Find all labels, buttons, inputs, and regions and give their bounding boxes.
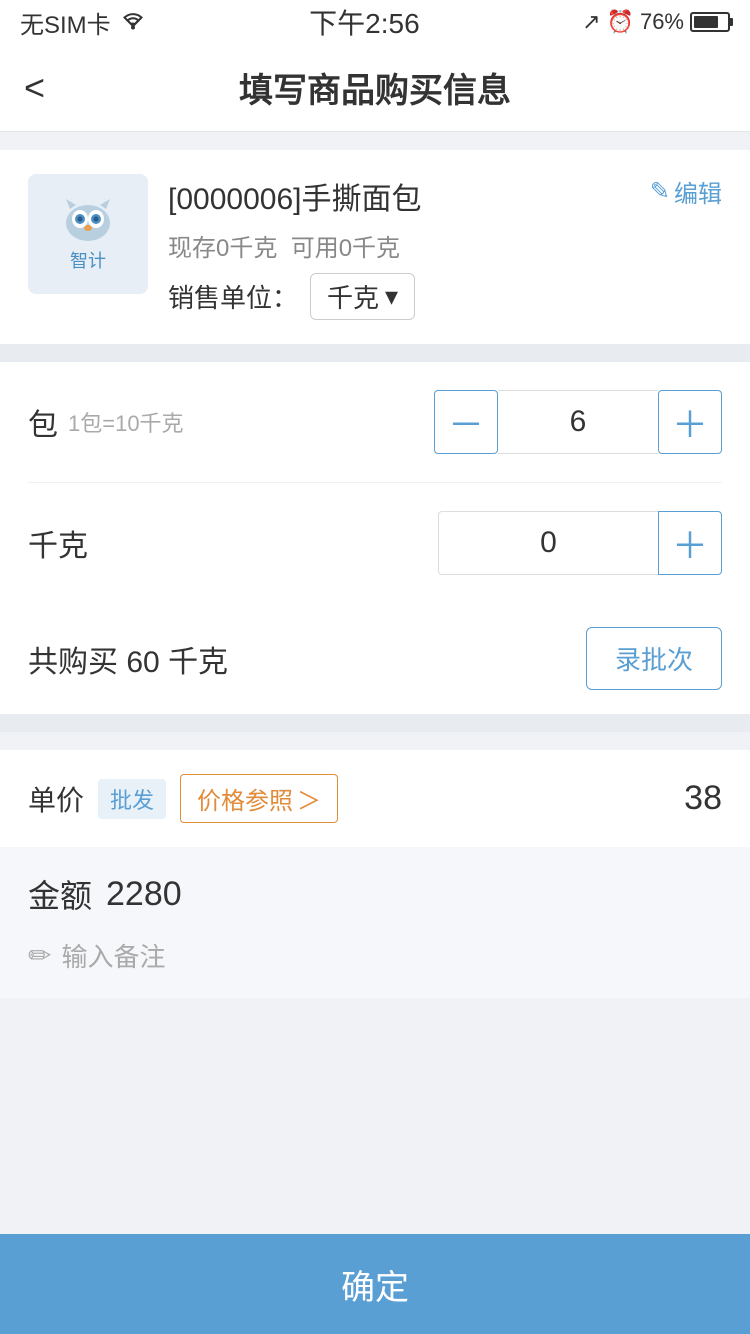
carrier-text: 无SIM卡 — [20, 5, 111, 40]
kg-label: 千克 — [28, 521, 88, 565]
kg-increase-button[interactable]: ＋ — [658, 511, 722, 575]
unit-selector[interactable]: 千克 ▾ — [310, 273, 415, 320]
bao-hint: 1包=10千克 — [68, 406, 184, 438]
price-ref-button[interactable]: 价格参照 ＞ — [180, 774, 338, 823]
section-separator-2 — [0, 714, 750, 732]
bao-label: 包 1包=10千克 — [28, 400, 184, 444]
bao-qty-control: － ＋ — [434, 390, 722, 454]
edit-button[interactable]: ✎ 编辑 — [650, 174, 722, 209]
section-separator-1 — [0, 344, 750, 362]
battery-percent: 76% — [640, 9, 684, 35]
kg-input-row: 千克 ＋ — [28, 483, 722, 603]
page-title: 填写商品购买信息 — [239, 63, 511, 112]
alarm-icon: ⏰ — [607, 9, 634, 35]
status-right: ↗ ⏰ 76% — [582, 9, 730, 35]
bao-input-row: 包 1包=10千克 － ＋ — [28, 362, 722, 483]
wifi-icon — [119, 8, 147, 37]
brand-label: 智计 — [70, 247, 106, 273]
amount-label: 金额 — [28, 871, 92, 917]
product-unit-row: 销售单位： 千克 ▾ — [168, 273, 722, 320]
product-image: 智计 — [28, 174, 148, 294]
price-ref-arrow-icon: ＞ — [297, 781, 321, 816]
input-section: 包 1包=10千克 － ＋ 千克 ＋ — [0, 362, 750, 603]
bao-decrease-button[interactable]: － — [434, 390, 498, 454]
price-badge: 批发 — [98, 779, 166, 819]
note-placeholder: 输入备注 — [61, 937, 165, 974]
back-button[interactable]: < — [24, 67, 45, 109]
amount-row: 金额 2280 — [28, 871, 722, 917]
amount-section: 金额 2280 ✏ 输入备注 — [0, 847, 750, 998]
kg-input[interactable] — [438, 511, 658, 575]
batch-button[interactable]: 录批次 — [586, 627, 722, 690]
product-stock: 现存0千克 可用0千克 — [168, 228, 722, 263]
price-label: 单价 — [28, 779, 84, 819]
status-time: 下午2:56 — [309, 2, 420, 42]
edit-icon: ✎ — [650, 177, 670, 206]
status-left: 无SIM卡 — [20, 5, 147, 40]
price-value: 38 — [684, 779, 722, 818]
bao-increase-button[interactable]: ＋ — [658, 390, 722, 454]
nav-bar: < 填写商品购买信息 — [0, 44, 750, 132]
total-text: 共购买 60 千克 — [28, 637, 228, 681]
price-section: 单价 批发 价格参照 ＞ 38 — [0, 750, 750, 847]
kg-qty-control: ＋ — [438, 511, 722, 575]
bao-input[interactable] — [498, 390, 658, 454]
product-info: [0000006]手撕面包 现存0千克 可用0千克 销售单位： 千克 ▾ — [168, 174, 722, 320]
battery-icon — [690, 12, 730, 32]
product-card: 智计 [0000006]手撕面包 现存0千克 可用0千克 销售单位： 千克 ▾ … — [0, 150, 750, 344]
total-row: 共购买 60 千克 录批次 — [0, 603, 750, 714]
pencil-icon: ✏ — [28, 939, 51, 972]
product-name: [0000006]手撕面包 — [168, 174, 722, 218]
status-bar: 无SIM卡 下午2:56 ↗ ⏰ 76% — [0, 0, 750, 44]
price-row: 单价 批发 价格参照 ＞ 38 — [28, 774, 722, 823]
amount-value: 2280 — [106, 875, 182, 914]
confirm-button[interactable]: 确定 — [0, 1234, 750, 1334]
location-icon: ↗ — [582, 9, 600, 35]
note-row[interactable]: ✏ 输入备注 — [28, 937, 722, 974]
